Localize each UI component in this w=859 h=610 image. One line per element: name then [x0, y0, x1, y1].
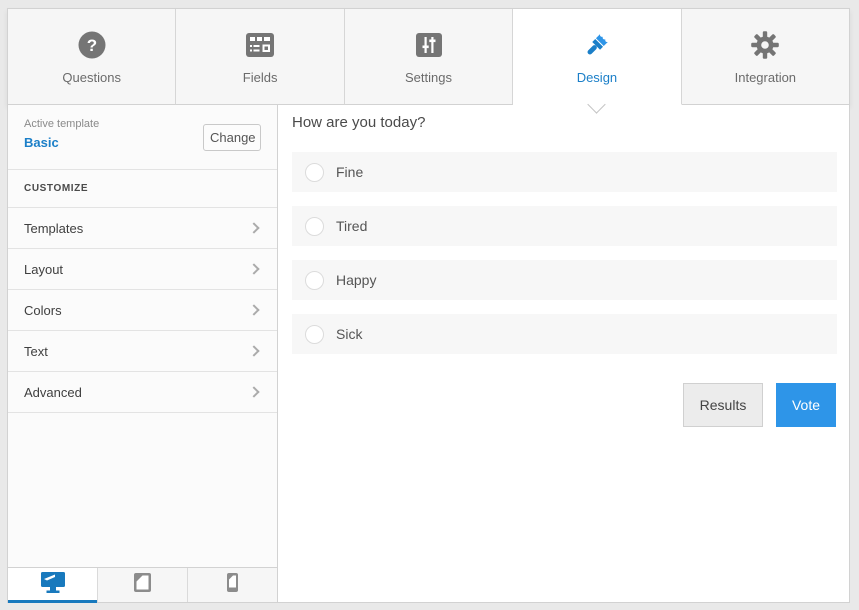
sidebar-item-advanced[interactable]: Advanced	[8, 372, 277, 413]
tab-design[interactable]: Design	[513, 9, 681, 105]
tab-settings[interactable]: Settings	[345, 9, 513, 105]
change-template-button[interactable]: Change	[203, 124, 261, 151]
chevron-right-icon	[248, 386, 259, 397]
poll-option-label: Tired	[336, 218, 367, 234]
gear-icon	[750, 29, 780, 61]
tab-label: Settings	[405, 70, 452, 85]
poll-option-happy[interactable]: Happy	[292, 260, 837, 300]
poll-builder-page: { "tabs": [ { "label": "Questions", "ico…	[0, 0, 859, 610]
sidebar-item-label: Layout	[24, 262, 63, 277]
poll-option-tired[interactable]: Tired	[292, 206, 837, 246]
question-circle-icon: ?	[77, 29, 107, 61]
sidebar-item-colors[interactable]: Colors	[8, 290, 277, 331]
radio-button[interactable]	[305, 163, 324, 182]
sidebar-item-label: Templates	[24, 221, 83, 236]
active-device-underline	[8, 600, 97, 603]
paintbrush-icon	[581, 29, 613, 61]
results-button[interactable]: Results	[683, 383, 763, 427]
chevron-right-icon	[248, 345, 259, 356]
tab-label: Design	[577, 70, 617, 85]
design-sidebar: Active template Basic Change CUSTOMIZE T…	[7, 105, 278, 603]
sidebar-item-layout[interactable]: Layout	[8, 249, 277, 290]
customize-section-header: CUSTOMIZE	[8, 170, 277, 208]
poll-option-label: Happy	[336, 272, 376, 288]
poll-preview-area: How are you today? Fine Tired Happy Sick…	[278, 105, 850, 603]
tab-label: Fields	[243, 70, 278, 85]
poll-option-label: Fine	[336, 164, 363, 180]
desktop-monitor-icon	[40, 571, 66, 599]
poll-question: How are you today?	[292, 114, 425, 131]
tab-label: Integration	[735, 70, 796, 85]
form-fields-icon	[245, 29, 275, 61]
tab-integration[interactable]: Integration	[682, 9, 849, 105]
chevron-right-icon	[248, 222, 259, 233]
active-template-section: Active template Basic Change	[8, 105, 277, 170]
phone-icon	[226, 572, 239, 598]
sidebar-item-text[interactable]: Text	[8, 331, 277, 372]
poll-option-fine[interactable]: Fine	[292, 152, 837, 192]
chevron-right-icon	[248, 263, 259, 274]
top-tab-bar: ? Questions Fields	[7, 8, 850, 105]
sidebar-item-label: Colors	[24, 303, 62, 318]
device-phone-button[interactable]	[188, 568, 277, 602]
radio-button[interactable]	[305, 271, 324, 290]
sidebar-item-label: Text	[24, 344, 48, 359]
tab-label: Questions	[62, 70, 121, 85]
vote-button[interactable]: Vote	[776, 383, 836, 427]
chevron-right-icon	[248, 304, 259, 315]
sidebar-spacer	[8, 413, 277, 567]
tablet-icon	[133, 572, 152, 598]
poll-option-label: Sick	[336, 326, 362, 342]
sliders-icon	[415, 29, 443, 61]
radio-button[interactable]	[305, 217, 324, 236]
device-tablet-button[interactable]	[98, 568, 188, 602]
sidebar-item-templates[interactable]: Templates	[8, 208, 277, 249]
tab-questions[interactable]: ? Questions	[8, 9, 176, 105]
device-preview-bar	[8, 567, 277, 602]
poll-option-sick[interactable]: Sick	[292, 314, 837, 354]
radio-button[interactable]	[305, 325, 324, 344]
sidebar-item-label: Advanced	[24, 385, 82, 400]
tab-fields[interactable]: Fields	[176, 9, 344, 105]
svg-text:?: ?	[87, 36, 97, 55]
device-desktop-button[interactable]	[8, 568, 98, 602]
